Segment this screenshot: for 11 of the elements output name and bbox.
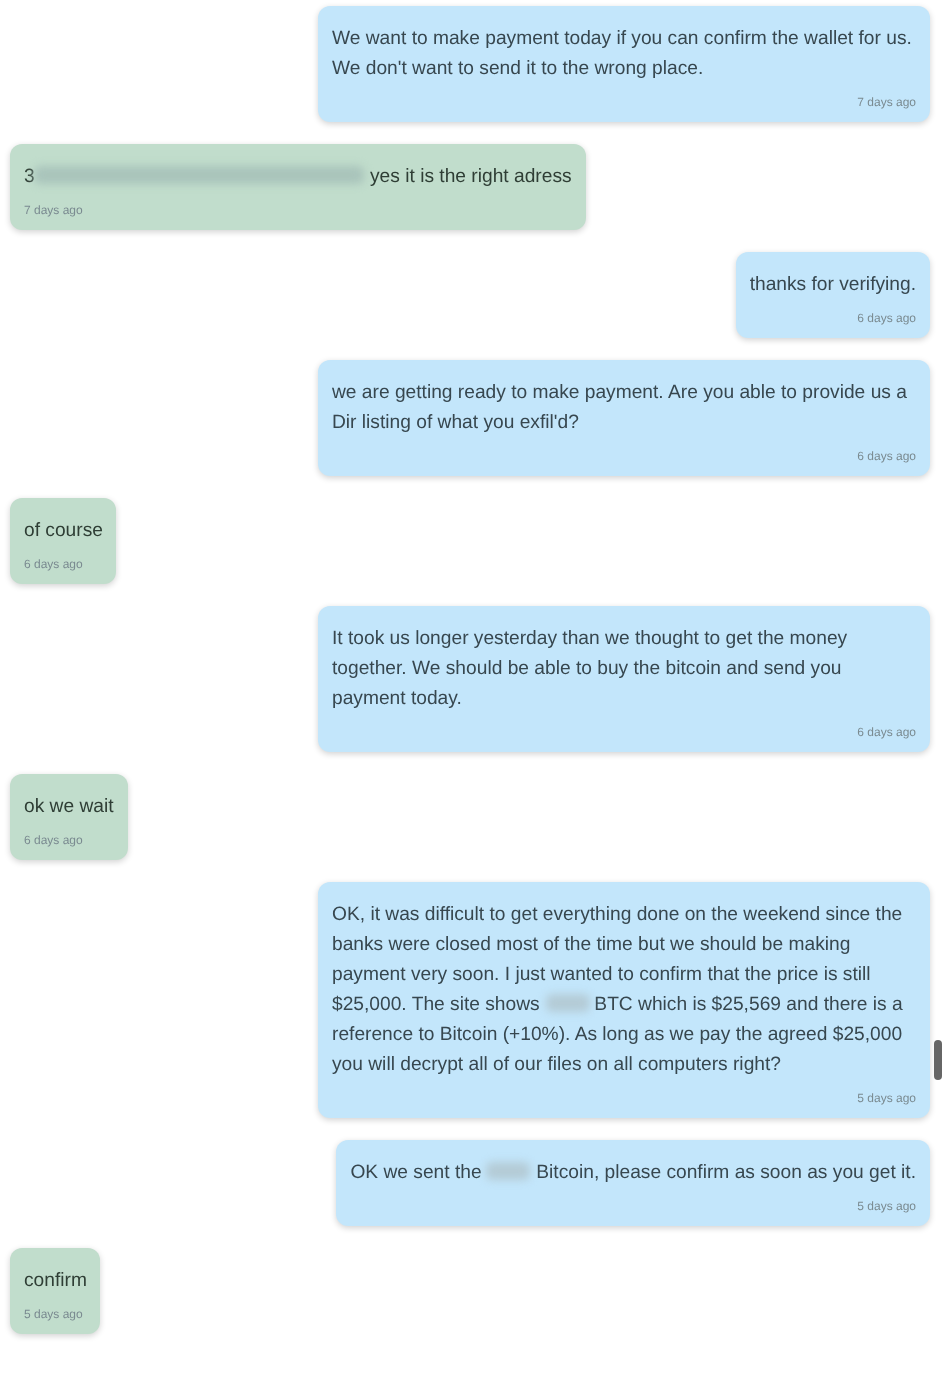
message-text: It took us longer yesterday than we thought to get the money together. We should be able to buy the bitcoin and send you payment today. [332, 626, 850, 714]
message-text: We want to make payment today if you can confirm the wallet for us. We don't want to send it to the wrong place. [332, 26, 914, 84]
message-text: ok we wait [24, 794, 114, 822]
message-text: OK we sent the Bitcoin, please confirm as soon as you get it. [350, 1160, 916, 1188]
message-text: confirm [24, 1268, 87, 1296]
message-text: thanks for verifying. [749, 272, 916, 300]
message-text: we are getting ready to make payment. Are you able to provide us a Dir listing of what you exfil'd? [332, 380, 909, 438]
scrollbar-thumb[interactable] [934, 1040, 942, 1080]
message-text: 3 yes it is the right adress [24, 164, 572, 192]
message-text: OK, it was difficult to get everything done on the weekend since the banks were closed most of the time but we should be making payment very soon. I just wanted to confirm that the price is still $25,000. The site shows BTC which is $25,569 and there is a reference to Bitcoin (+10%). As long as we pay the agreed $25,000 you will decrypt all of our files on all computers right? [332, 902, 905, 1080]
message-text: of course [24, 518, 103, 546]
